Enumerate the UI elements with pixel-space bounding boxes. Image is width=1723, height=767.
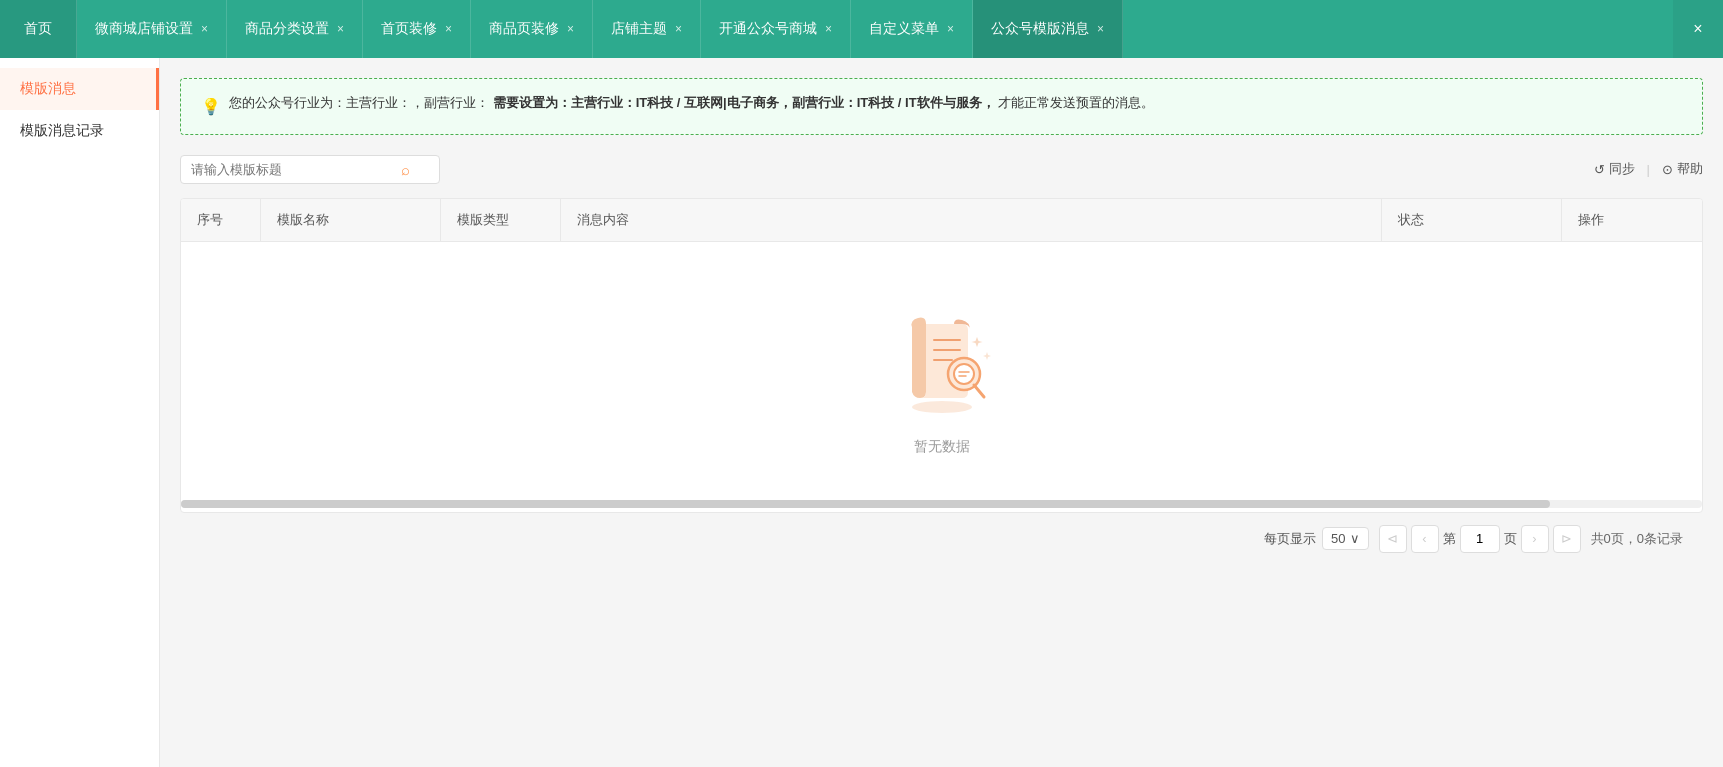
nav-close-template-msg[interactable]: × [1097, 22, 1104, 36]
first-page-button[interactable]: ⊲ [1379, 525, 1407, 553]
page-number-input[interactable] [1460, 525, 1500, 553]
empty-state: 暂无数据 [181, 242, 1702, 496]
page-input-wrap: 第 页 [1443, 525, 1517, 553]
next-page-button[interactable]: › [1521, 525, 1549, 553]
nav-item-template-msg[interactable]: 公众号模版消息× [973, 0, 1123, 58]
scrollbar-thumb[interactable] [181, 500, 1550, 508]
table-header-content: 消息内容 [561, 199, 1382, 241]
nav-item-product-decor[interactable]: 商品页装修× [471, 0, 593, 58]
empty-text: 暂无数据 [914, 438, 970, 456]
sidebar: 模版消息模版消息记录 [0, 58, 160, 767]
dropdown-arrow-icon: ∨ [1350, 531, 1360, 546]
nav-item-open-mall[interactable]: 开通公众号商城× [701, 0, 851, 58]
sidebar-item-template[interactable]: 模版消息 [0, 68, 159, 110]
table-header-type: 模版类型 [441, 199, 561, 241]
svg-line-6 [974, 385, 984, 397]
page-prefix-label: 第 [1443, 530, 1456, 548]
page-size-label: 每页显示 [1264, 530, 1316, 548]
sync-button[interactable]: ↺ 同步 [1594, 160, 1635, 178]
help-button[interactable]: ⊙ 帮助 [1662, 160, 1703, 178]
search-actions: ↺ 同步 | ⊙ 帮助 [1594, 160, 1703, 178]
divider: | [1647, 162, 1650, 177]
page-size-dropdown[interactable]: 50 ∨ [1322, 527, 1368, 550]
pagination: 每页显示 50 ∨ ⊲ ‹ 第 页 › ⊳ 共0页，0条记录 [180, 513, 1703, 565]
table-header-status: 状态 [1382, 199, 1562, 241]
horizontal-scrollbar[interactable] [181, 500, 1702, 508]
nav-close-home-decor[interactable]: × [445, 22, 452, 36]
notice-highlight: 需要设置为：主营行业：IT科技 / 互联网|电子商务，副营行业：IT科技 / I… [493, 95, 995, 110]
notice-banner: 💡 您的公众号行业为：主营行业：，副营行业： 需要设置为：主营行业：IT科技 /… [180, 78, 1703, 135]
sidebar-item-template-record[interactable]: 模版消息记录 [0, 110, 159, 152]
table-header-name: 模版名称 [261, 199, 441, 241]
page-unit-label: 页 [1504, 530, 1517, 548]
last-page-button[interactable]: ⊳ [1553, 525, 1581, 553]
total-info: 共0页，0条记录 [1591, 530, 1683, 548]
svg-point-0 [912, 401, 972, 413]
table-header-index: 序号 [181, 199, 261, 241]
notice-icon: 💡 [201, 94, 221, 120]
nav-close-shop-setting[interactable]: × [201, 22, 208, 36]
search-icon[interactable]: ⌕ [401, 161, 410, 178]
content-area: 💡 您的公众号行业为：主营行业：，副营行业： 需要设置为：主营行业：IT科技 /… [160, 58, 1723, 767]
nav-item-home-decor[interactable]: 首页装修× [363, 0, 471, 58]
nav-item-custom-menu[interactable]: 自定义菜单× [851, 0, 973, 58]
notice-text: 您的公众号行业为：主营行业：，副营行业： 需要设置为：主营行业：IT科技 / 互… [229, 93, 1154, 114]
nav-close-shop-theme[interactable]: × [675, 22, 682, 36]
nav-close-custom-menu[interactable]: × [947, 22, 954, 36]
svg-point-5 [954, 364, 974, 384]
nav-item-shop-setting[interactable]: 微商城店铺设置× [77, 0, 227, 58]
page-size-value: 50 [1331, 531, 1345, 546]
prev-page-button[interactable]: ‹ [1411, 525, 1439, 553]
search-input[interactable] [191, 162, 401, 177]
page-navigation: ⊲ ‹ 第 页 › ⊳ [1379, 525, 1581, 553]
top-navigation: 首页微商城店铺设置×商品分类设置×首页装修×商品页装修×店铺主题×开通公众号商城… [0, 0, 1723, 58]
nav-close-open-mall[interactable]: × [825, 22, 832, 36]
page-size-select: 每页显示 50 ∨ [1264, 527, 1368, 550]
nav-item-shop-theme[interactable]: 店铺主题× [593, 0, 701, 58]
sync-icon: ↺ [1594, 162, 1605, 177]
help-icon: ⊙ [1662, 162, 1673, 177]
nav-close-category-setting[interactable]: × [337, 22, 344, 36]
template-table: 序号模版名称模版类型消息内容状态操作 [180, 198, 1703, 513]
search-bar: ⌕ ↺ 同步 | ⊙ 帮助 [180, 155, 1703, 184]
search-input-wrap[interactable]: ⌕ [180, 155, 440, 184]
nav-close-product-decor[interactable]: × [567, 22, 574, 36]
close-all-tabs-button[interactable]: × [1673, 0, 1723, 58]
table-header-action: 操作 [1562, 199, 1702, 241]
nav-item-category-setting[interactable]: 商品分类设置× [227, 0, 363, 58]
table-header: 序号模版名称模版类型消息内容状态操作 [181, 199, 1702, 242]
empty-illustration [882, 302, 1002, 422]
main-layout: 模版消息模版消息记录 💡 您的公众号行业为：主营行业：，副营行业： 需要设置为：… [0, 58, 1723, 767]
nav-item-home[interactable]: 首页 [0, 0, 77, 58]
